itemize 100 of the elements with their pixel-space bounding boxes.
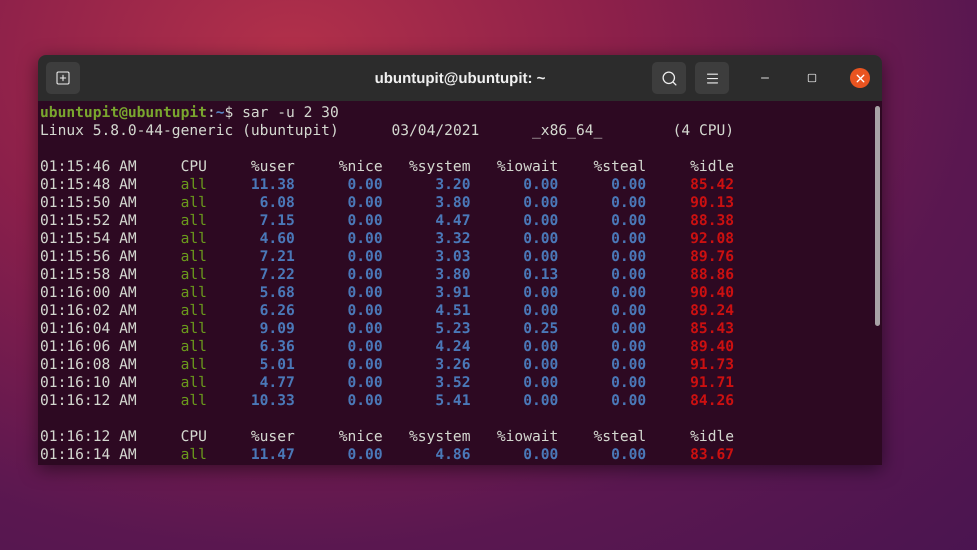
stat-value: 3.91 xyxy=(435,284,470,301)
cpu-label: all xyxy=(180,302,207,319)
cpu-label: all xyxy=(180,194,207,211)
stat-value: 3.20 xyxy=(435,176,470,193)
stat-value: 0.00 xyxy=(611,356,646,373)
stat-value: 0.00 xyxy=(523,248,558,265)
stat-value: 0.00 xyxy=(611,230,646,247)
new-tab-button[interactable] xyxy=(46,62,80,94)
new-tab-icon xyxy=(55,70,71,86)
stat-value: 0.00 xyxy=(523,374,558,391)
stat-value: 0.00 xyxy=(523,446,558,463)
stat-value: 83.67 xyxy=(690,446,734,463)
timestamp: 01:15:56 AM xyxy=(40,248,137,265)
stat-value: 90.13 xyxy=(690,194,734,211)
timestamp: 01:16:12 AM xyxy=(40,392,137,409)
stat-value: 0.00 xyxy=(523,176,558,193)
cpu-label: all xyxy=(180,248,207,265)
timestamp: 01:15:50 AM xyxy=(40,194,137,211)
stat-value: 89.40 xyxy=(690,338,734,355)
stat-value: 3.52 xyxy=(435,374,470,391)
column-header: %user xyxy=(250,158,295,175)
column-header: %system xyxy=(408,428,470,445)
stat-value: 0.00 xyxy=(523,212,558,229)
stat-value: 3.26 xyxy=(435,356,470,373)
stat-value: 0.00 xyxy=(347,320,383,337)
column-header: %system xyxy=(408,158,470,175)
stat-value: 89.76 xyxy=(690,248,734,265)
timestamp: 01:16:10 AM xyxy=(40,374,137,391)
stat-value: 3.03 xyxy=(435,248,470,265)
stat-value: 7.22 xyxy=(260,266,295,283)
stat-value: 4.77 xyxy=(260,374,295,391)
stat-value: 0.00 xyxy=(347,446,383,463)
stat-value: 0.00 xyxy=(347,392,383,409)
cpu-label: all xyxy=(180,392,207,409)
search-button[interactable] xyxy=(652,62,686,94)
stat-value: 4.24 xyxy=(435,338,470,355)
stat-value: 88.86 xyxy=(690,266,734,283)
stat-value: 6.08 xyxy=(260,194,295,211)
timestamp: 01:16:06 AM xyxy=(40,338,137,355)
stat-value: 6.26 xyxy=(260,302,295,319)
column-header: %iowait xyxy=(496,428,558,445)
column-header: 01:16:12 AM xyxy=(40,428,137,445)
stat-value: 0.00 xyxy=(523,392,558,409)
stat-value: 88.38 xyxy=(690,212,734,229)
stat-value: 0.13 xyxy=(523,266,558,283)
stat-value: 0.00 xyxy=(611,320,646,337)
stat-value: 0.00 xyxy=(347,356,383,373)
stat-value: 0.00 xyxy=(611,338,646,355)
menu-button[interactable] xyxy=(695,62,729,94)
stat-value: 0.25 xyxy=(523,320,558,337)
stat-value: 0.00 xyxy=(523,338,558,355)
stat-value: 0.00 xyxy=(523,194,558,211)
timestamp: 01:16:04 AM xyxy=(40,320,137,337)
menu-icon xyxy=(704,70,720,86)
cpu-label: all xyxy=(180,284,207,301)
stat-value: 0.00 xyxy=(611,446,646,463)
stat-value: 0.00 xyxy=(611,374,646,391)
cpu-label: all xyxy=(180,176,207,193)
timestamp: 01:15:54 AM xyxy=(40,230,137,247)
stat-value: 0.00 xyxy=(611,212,646,229)
stat-value: 11.47 xyxy=(250,446,295,463)
stat-value: 0.00 xyxy=(611,248,646,265)
column-header: %steal xyxy=(594,158,646,175)
cpu-label: all xyxy=(180,212,207,229)
stat-value: 3.32 xyxy=(435,230,470,247)
system-info-text: (4 CPU) xyxy=(672,122,734,139)
stat-value: 0.00 xyxy=(347,194,383,211)
stat-value: 92.08 xyxy=(690,230,734,247)
timestamp: 01:15:48 AM xyxy=(40,176,137,193)
stat-value: 85.42 xyxy=(690,176,734,193)
stat-value: 91.73 xyxy=(690,356,734,373)
timestamp: 01:16:14 AM xyxy=(40,446,137,463)
close-icon xyxy=(854,72,866,84)
column-header: %user xyxy=(250,428,295,445)
maximize-icon xyxy=(807,73,817,83)
stat-value: 89.24 xyxy=(690,302,734,319)
cpu-label: all xyxy=(180,356,207,373)
stat-value: 0.00 xyxy=(611,194,646,211)
stat-value: 4.86 xyxy=(435,446,470,463)
timestamp: 01:16:00 AM xyxy=(40,284,137,301)
stat-value: 4.60 xyxy=(260,230,295,247)
scrollbar-thumb[interactable] xyxy=(874,106,880,326)
stat-value: 0.00 xyxy=(347,248,383,265)
close-button[interactable] xyxy=(850,68,870,88)
column-header: 01:15:46 AM xyxy=(40,158,137,175)
system-info-text: Linux 5.8.0-44-generic (ubuntupit) xyxy=(40,122,339,139)
stat-value: 4.51 xyxy=(435,302,470,319)
cpu-label: all xyxy=(180,338,207,355)
stat-value: 0.00 xyxy=(611,284,646,301)
column-header: %steal xyxy=(594,428,646,445)
column-header: %idle xyxy=(690,428,734,445)
stat-value: 5.23 xyxy=(435,320,470,337)
stat-value: 0.00 xyxy=(347,266,383,283)
stat-value: 90.40 xyxy=(690,284,734,301)
stat-value: 9.09 xyxy=(260,320,295,337)
stat-value: 0.00 xyxy=(523,302,558,319)
stat-value: 0.00 xyxy=(611,266,646,283)
column-header: %idle xyxy=(690,158,734,175)
cpu-label: all xyxy=(180,446,207,463)
timestamp: 01:16:02 AM xyxy=(40,302,137,319)
